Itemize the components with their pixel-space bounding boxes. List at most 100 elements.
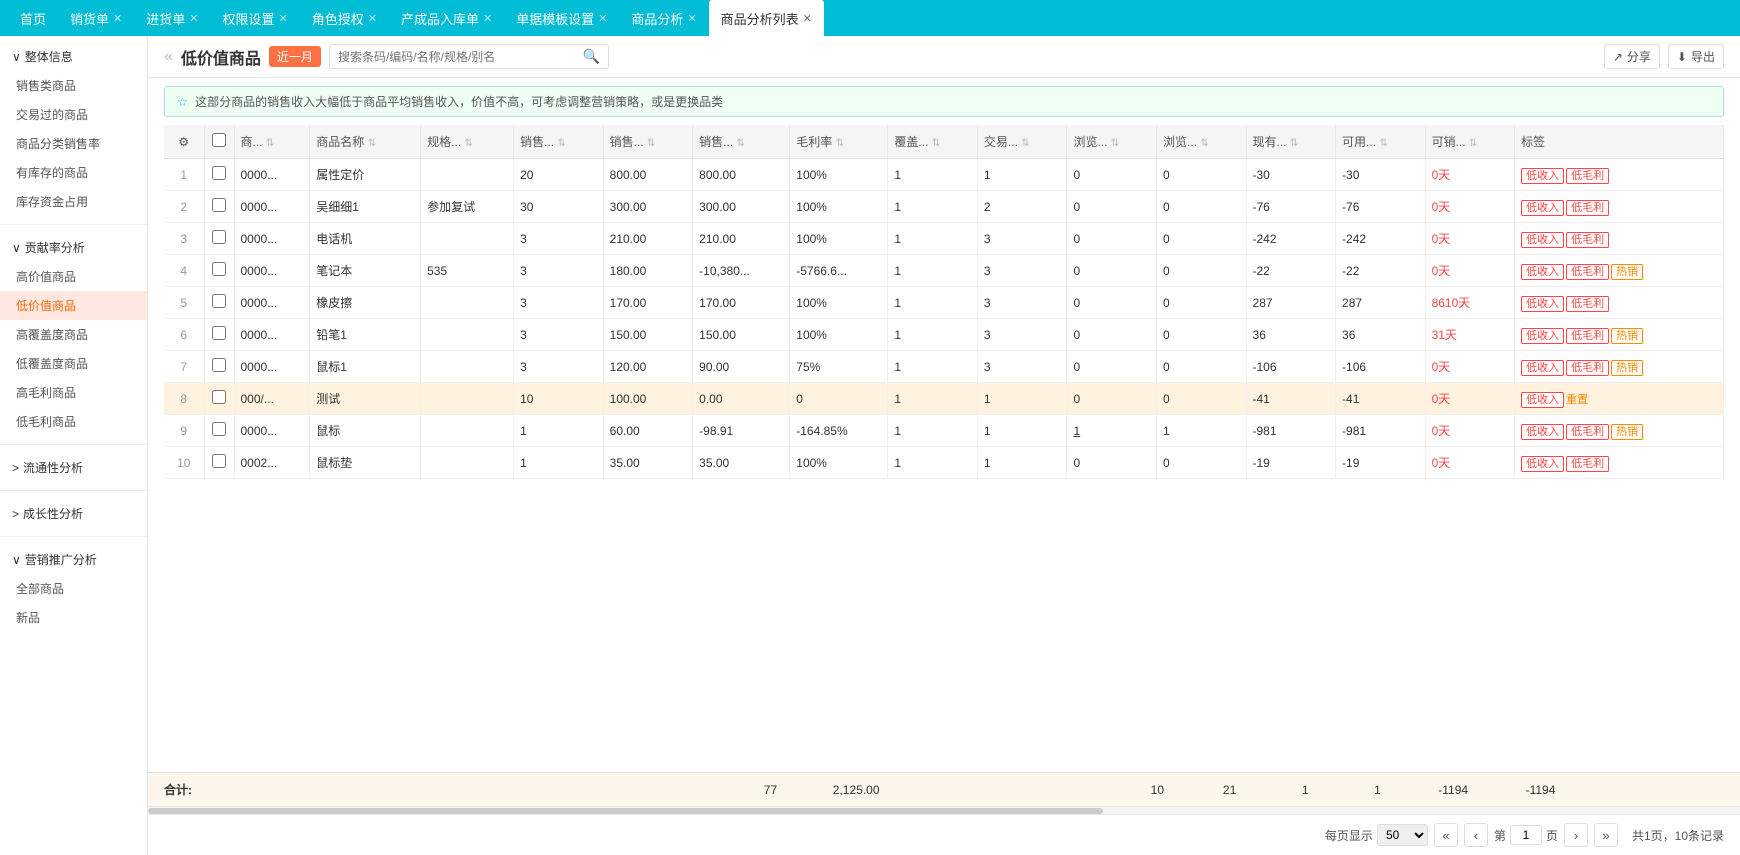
col-header-sales-price[interactable]: 销售... ⇅ <box>603 125 693 159</box>
col-header-name[interactable]: 商品名称 ⇅ <box>310 125 421 159</box>
sidebar-item-high-value[interactable]: 高价值商品 <box>0 262 147 291</box>
row-spec: 535 <box>421 255 514 287</box>
row-sellable-days: 0天 <box>1425 383 1515 415</box>
nav-template[interactable]: 单据模板设置 ✕ <box>504 0 619 36</box>
checkbox-column-header[interactable] <box>204 125 234 159</box>
nav-close-template[interactable]: ✕ <box>598 12 607 25</box>
nav-close-roles[interactable]: ✕ <box>368 12 377 25</box>
row-checkbox[interactable] <box>212 166 226 180</box>
col-header-gross-margin[interactable]: 毛利率 ⇅ <box>790 125 888 159</box>
sidebar-item-category-sales-rate[interactable]: 商品分类销售率 <box>0 129 147 158</box>
tag-low-margin: 低毛利 <box>1566 168 1609 184</box>
sidebar-group-overview[interactable]: ∨ 整体信息 <box>0 42 147 71</box>
col-header-sellable-days[interactable]: 可销... ⇅ <box>1425 125 1515 159</box>
nav-close-purchase[interactable]: ✕ <box>189 12 198 25</box>
col-header-transactions[interactable]: 交易... ⇅ <box>977 125 1067 159</box>
nav-close-product-analysis[interactable]: ✕ <box>687 12 696 25</box>
row-checkbox[interactable] <box>212 358 226 372</box>
first-page-btn[interactable]: « <box>1434 823 1458 847</box>
settings-column-header[interactable]: ⚙ <box>164 125 204 159</box>
time-range-tag[interactable]: 近一月 <box>269 46 321 67</box>
total-spacer5 <box>1010 783 1097 797</box>
nav-product-analysis[interactable]: 商品分析 ✕ <box>619 0 708 36</box>
nav-roles[interactable]: 角色授权 ✕ <box>300 0 389 36</box>
row-checkbox[interactable] <box>212 326 226 340</box>
row-sales-qty: 30 <box>514 191 604 223</box>
row-num: 8 <box>164 383 204 415</box>
sidebar-divider-4 <box>0 536 147 537</box>
tag-low-margin: 低毛利 <box>1566 232 1609 248</box>
sidebar-item-high-coverage[interactable]: 高覆盖度商品 <box>0 320 147 349</box>
prev-page-btn[interactable]: ‹ <box>1464 823 1488 847</box>
col-header-spec[interactable]: 规格... ⇅ <box>421 125 514 159</box>
row-checkbox[interactable] <box>212 262 226 276</box>
sidebar-item-in-stock[interactable]: 有库存的商品 <box>0 158 147 187</box>
col-header-available-stock[interactable]: 可用... ⇅ <box>1336 125 1426 159</box>
page-number-input[interactable] <box>1510 825 1542 845</box>
sidebar-item-low-coverage[interactable]: 低覆盖度商品 <box>0 349 147 378</box>
sidebar: ∨ 整体信息 销售类商品 交易过的商品 商品分类销售率 有库存的商品 库存资金占… <box>0 36 148 855</box>
export-button[interactable]: ⬇ 导出 <box>1668 44 1724 69</box>
sidebar-item-all-products[interactable]: 全部商品 <box>0 574 147 603</box>
horizontal-scrollbar[interactable] <box>148 806 1740 814</box>
share-button[interactable]: ↗ 分享 <box>1604 44 1660 69</box>
col-header-sales-amount[interactable]: 销售... ⇅ <box>693 125 790 159</box>
row-checkbox[interactable] <box>212 198 226 212</box>
row-checkbox[interactable] <box>212 390 226 404</box>
nav-close-sales[interactable]: ✕ <box>113 12 122 25</box>
sidebar-item-sales-products[interactable]: 销售类商品 <box>0 71 147 100</box>
last-page-btn[interactable]: » <box>1594 823 1618 847</box>
row-available-stock: -22 <box>1336 255 1426 287</box>
scroll-thumb[interactable] <box>148 808 1103 814</box>
row-checkbox[interactable] <box>212 230 226 244</box>
sidebar-item-high-profit[interactable]: 高毛利商品 <box>0 378 147 407</box>
sidebar-item-traded-products[interactable]: 交易过的商品 <box>0 100 147 129</box>
sidebar-group-flow[interactable]: > 流通性分析 <box>0 453 147 482</box>
row-spec <box>421 159 514 191</box>
nav-close-stock-in[interactable]: ✕ <box>483 12 492 25</box>
col-header-views2[interactable]: 浏览... ⇅ <box>1156 125 1246 159</box>
search-input[interactable] <box>338 50 577 64</box>
select-all-checkbox[interactable] <box>212 133 226 147</box>
sidebar-group-contribution[interactable]: ∨ 贡献率分析 <box>0 233 147 262</box>
collapse-sidebar-btn[interactable]: « <box>164 48 173 66</box>
search-icon[interactable]: 🔍 <box>583 48 600 65</box>
row-name: 笔记本 <box>310 255 421 287</box>
sidebar-item-low-profit[interactable]: 低毛利商品 <box>0 407 147 436</box>
row-sales-qty: 3 <box>514 351 604 383</box>
per-page-select[interactable]: 50 100 200 <box>1377 824 1428 846</box>
nav-stock-in[interactable]: 产成品入库单 ✕ <box>389 0 504 36</box>
row-num: 3 <box>164 223 204 255</box>
col-header-sales-qty[interactable]: 销售... ⇅ <box>514 125 604 159</box>
row-tags: 低收入低毛利热销 <box>1515 255 1724 287</box>
nav-close-permissions[interactable]: ✕ <box>279 12 288 25</box>
content-header: « 低价值商品 近一月 🔍 ↗ 分享 ⬇ 导出 <box>148 36 1740 78</box>
tip-icon: ☆ <box>177 95 188 109</box>
nav-home[interactable]: 首页 <box>8 0 58 36</box>
sidebar-group-marketing[interactable]: ∨ 营销推广分析 <box>0 545 147 574</box>
next-page-btn[interactable]: › <box>1564 823 1588 847</box>
nav-permissions[interactable]: 权限设置 ✕ <box>210 0 299 36</box>
row-coverage: 1 <box>888 383 978 415</box>
row-checkbox[interactable] <box>212 294 226 308</box>
row-checkbox[interactable] <box>212 454 226 468</box>
sidebar-divider-3 <box>0 490 147 491</box>
row-sales-qty: 3 <box>514 287 604 319</box>
col-header-coverage[interactable]: 覆盖... ⇅ <box>888 125 978 159</box>
sidebar-item-stock-fund[interactable]: 库存资金占用 <box>0 187 147 216</box>
row-checkbox[interactable] <box>212 422 226 436</box>
table-row: 9 0000... 鼠标 1 60.00 -98.91 -164.85% 1 1… <box>164 415 1724 447</box>
sidebar-item-new-products[interactable]: 新品 <box>0 603 147 632</box>
col-header-current-stock[interactable]: 现有... ⇅ <box>1246 125 1336 159</box>
row-transactions: 1 <box>977 159 1067 191</box>
nav-product-list[interactable]: 商品分析列表 ✕ <box>709 0 824 36</box>
nav-close-product-list[interactable]: ✕ <box>803 12 812 25</box>
row-code: 0000... <box>234 159 310 191</box>
sidebar-group-growth[interactable]: > 成长性分析 <box>0 499 147 528</box>
sidebar-item-low-value[interactable]: 低价值商品 <box>0 291 147 320</box>
col-header-views[interactable]: 浏览... ⇅ <box>1067 125 1157 159</box>
nav-sales[interactable]: 销货单 ✕ <box>58 0 134 36</box>
views-link[interactable]: 1 <box>1073 424 1080 438</box>
col-header-code[interactable]: 商... ⇅ <box>234 125 310 159</box>
nav-purchase[interactable]: 进货单 ✕ <box>134 0 210 36</box>
